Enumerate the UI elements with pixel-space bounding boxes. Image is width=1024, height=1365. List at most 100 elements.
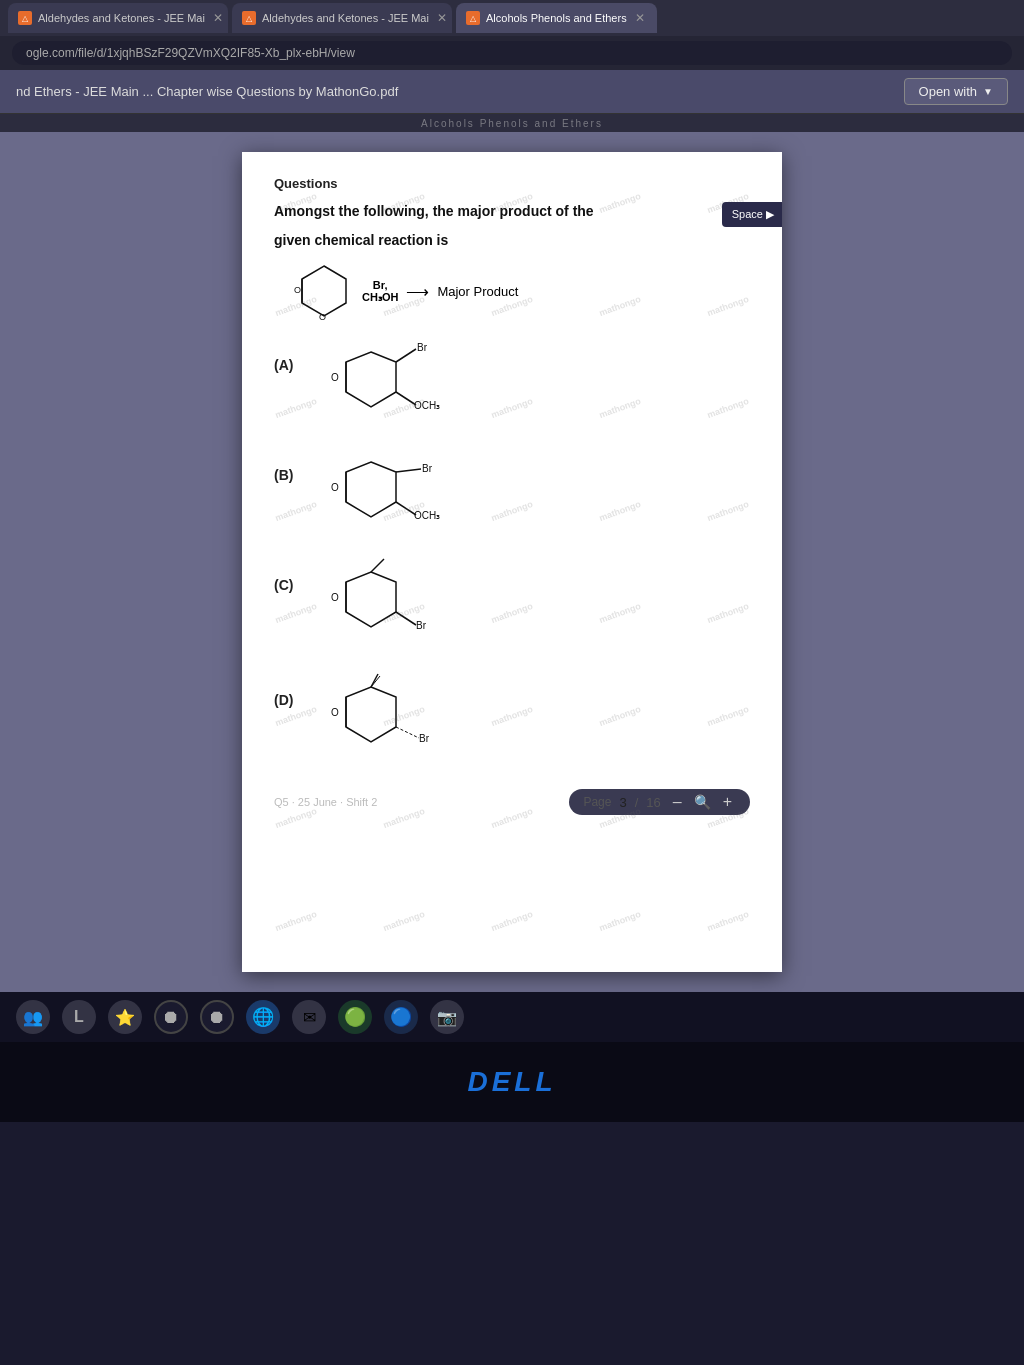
- svg-line-14: [396, 469, 421, 472]
- svg-marker-11: [346, 462, 396, 517]
- reagent-line2: CH₃OH: [362, 291, 398, 304]
- taskbar-icon-blue[interactable]: 🔵: [384, 1000, 418, 1034]
- tab-2-close[interactable]: ✕: [435, 11, 449, 25]
- tab-1[interactable]: △ Aldehydes and Ketones - JEE Mai ✕: [8, 3, 228, 33]
- question-text-line2: given chemical reaction is: [274, 230, 750, 251]
- address-text: ogle.com/file/d/1xjqhBSzF29QZVmXQ2IF85-X…: [26, 46, 355, 60]
- option-d-label: (D): [274, 672, 304, 708]
- l-icon: L: [74, 1008, 84, 1026]
- svg-marker-4: [346, 352, 396, 407]
- tab-3-close[interactable]: ✕: [633, 11, 647, 25]
- option-c-label: (C): [274, 557, 304, 593]
- option-b-svg: O Br OCH₃: [316, 447, 446, 537]
- question-text-line1: Amongst the following, the major product…: [274, 201, 750, 222]
- edge-icon: 🌐: [252, 1006, 274, 1028]
- option-c-svg: O OCH₃ Br: [316, 557, 446, 652]
- option-d-svg: O OCH₃ Br: [316, 672, 446, 767]
- camera-icon: 📷: [437, 1008, 457, 1027]
- taskbar-icon-green[interactable]: 🟢: [338, 1000, 372, 1034]
- tab-2[interactable]: △ Aldehydes and Ketones - JEE Mai ✕: [232, 3, 452, 33]
- options-grid: (A) O Br OCH₃: [274, 337, 750, 771]
- wm-cell: mathongo: [552, 752, 689, 885]
- svg-text:O: O: [319, 312, 326, 321]
- pdf-subtitle: Alcohols Phenols and Ethers: [421, 118, 603, 129]
- section-label: Questions: [274, 176, 750, 191]
- svg-text:O: O: [331, 592, 339, 603]
- circle2-icon: ⏺: [208, 1007, 226, 1028]
- tab-1-close[interactable]: ✕: [211, 11, 225, 25]
- page-label: Page: [583, 795, 611, 809]
- tab-2-icon: △: [242, 11, 256, 25]
- question-text-bold: Amongst the following, the major product…: [274, 203, 594, 219]
- svg-marker-18: [346, 572, 396, 627]
- svg-text:O: O: [331, 482, 339, 493]
- taskbar-icon-l[interactable]: L: [62, 1000, 96, 1034]
- taskbar-icon-edge[interactable]: 🌐: [246, 1000, 280, 1034]
- open-with-label: Open with: [919, 84, 978, 99]
- tab-1-label: Aldehydes and Ketones - JEE Mai: [38, 12, 205, 24]
- open-with-button[interactable]: Open with ▼: [904, 78, 1008, 105]
- svg-marker-0: [302, 266, 346, 316]
- users-icon: 👥: [23, 1008, 43, 1027]
- page-nav: Page 3 / 16 – 🔍 +: [569, 789, 750, 815]
- taskbar-icon-star[interactable]: ⭐: [108, 1000, 142, 1034]
- tab-3-label: Alcohols Phenols and Ethers: [486, 12, 627, 24]
- svg-line-16: [396, 502, 416, 515]
- svg-text:Br: Br: [416, 620, 427, 631]
- svg-line-23: [396, 612, 416, 625]
- address-bar[interactable]: ogle.com/file/d/1xjqhBSzF29QZVmXQ2IF85-X…: [12, 41, 1012, 65]
- mail-icon: ✉: [303, 1008, 316, 1027]
- question-footer-label: Q5 · 25 June · Shift 2: [274, 796, 377, 808]
- option-a-label: (A): [274, 337, 304, 373]
- option-c-structure: O OCH₃ Br: [316, 557, 446, 656]
- svg-line-21: [371, 559, 384, 572]
- star-icon: ⭐: [115, 1008, 135, 1027]
- svg-text:Br: Br: [422, 463, 433, 474]
- tab-1-icon: △: [18, 11, 32, 25]
- circle1-icon: ⏺: [162, 1007, 180, 1028]
- space-hint: Space ▶: [722, 202, 782, 227]
- svg-marker-25: [346, 687, 396, 742]
- option-b-label: (B): [274, 447, 304, 483]
- page-total: 16: [646, 795, 660, 810]
- option-a-structure: O Br OCH₃: [316, 337, 446, 431]
- wm-cell: mathongo: [552, 854, 689, 972]
- subtitle-strip: Alcohols Phenols and Ethers: [0, 114, 1024, 132]
- svg-line-7: [396, 349, 416, 362]
- option-a-svg: O Br OCH₃: [316, 337, 446, 427]
- page-plus-button[interactable]: +: [719, 793, 736, 811]
- wm-cell: mathongo: [336, 854, 473, 972]
- taskbar-icon-users[interactable]: 👥: [16, 1000, 50, 1034]
- taskbar: 👥 L ⭐ ⏺ ⏺ 🌐 ✉ 🟢 🔵 📷: [0, 992, 1024, 1042]
- pdf-title: nd Ethers - JEE Main ... Chapter wise Qu…: [16, 84, 894, 99]
- blue-icon: 🔵: [390, 1006, 412, 1028]
- reaction-row: O O Br, CH₃OH ⟶ Major Product: [294, 261, 750, 321]
- pdf-viewer: mathongo mathongo mathongo mathongo math…: [0, 132, 1024, 992]
- taskbar-icon-camera[interactable]: 📷: [430, 1000, 464, 1034]
- page-minus-button[interactable]: –: [669, 793, 686, 811]
- tab-3-icon: △: [466, 11, 480, 25]
- taskbar-icon-circle2[interactable]: ⏺: [200, 1000, 234, 1034]
- page-separator: /: [635, 795, 639, 810]
- green-icon: 🟢: [344, 1006, 366, 1028]
- option-c-row: (C) O OCH₃ Br: [274, 557, 750, 656]
- svg-text:O: O: [331, 372, 339, 383]
- dell-logo: DELL: [467, 1066, 556, 1098]
- taskbar-icon-mail[interactable]: ✉: [292, 1000, 326, 1034]
- pdf-toolbar: nd Ethers - JEE Main ... Chapter wise Qu…: [0, 70, 1024, 114]
- wm-cell: mathongo: [444, 752, 581, 885]
- taskbar-icon-circle1[interactable]: ⏺: [154, 1000, 188, 1034]
- space-hint-text: Space ▶: [732, 208, 774, 220]
- svg-text:OCH₃: OCH₃: [414, 510, 440, 521]
- reagent-box: Br, CH₃OH: [362, 279, 398, 304]
- svg-text:Br: Br: [417, 342, 428, 353]
- reaction-arrow-icon: ⟶: [406, 282, 429, 301]
- option-b-row: (B) O Br OCH₃: [274, 447, 750, 541]
- tab-2-label: Aldehydes and Ketones - JEE Mai: [262, 12, 429, 24]
- wm-cell: mathongo: [242, 752, 364, 885]
- svg-line-31: [396, 727, 419, 738]
- tab-3[interactable]: △ Alcohols Phenols and Ethers ✕: [456, 3, 657, 33]
- page-current: 3: [619, 795, 626, 810]
- option-d-structure: O OCH₃ Br: [316, 672, 446, 771]
- svg-text:OCH₃: OCH₃: [374, 557, 400, 559]
